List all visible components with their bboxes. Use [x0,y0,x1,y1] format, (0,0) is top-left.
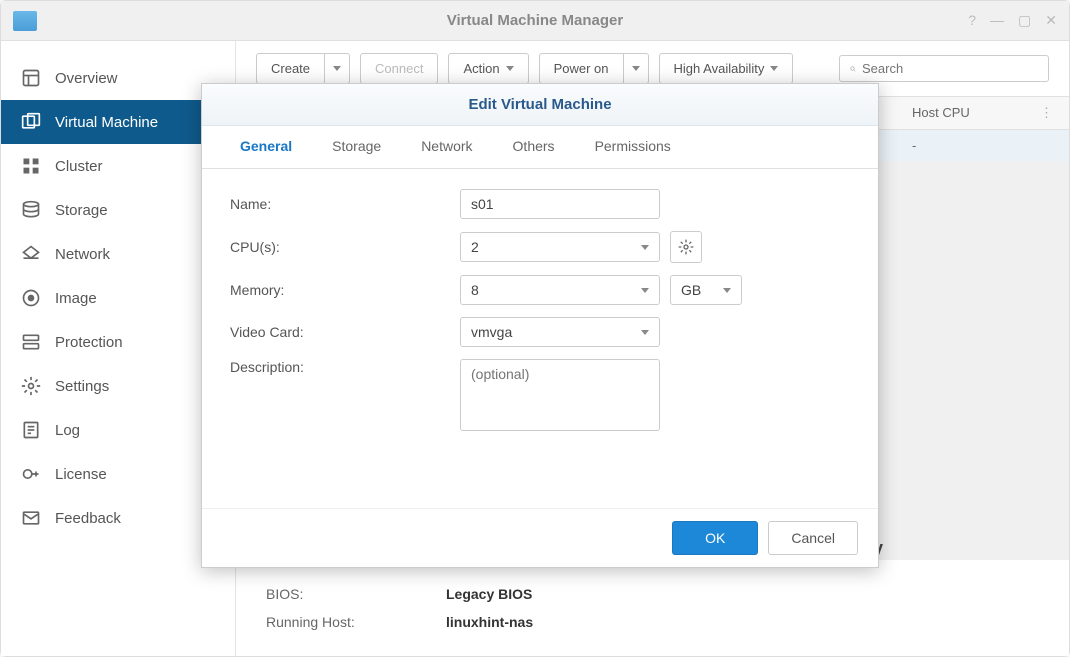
search-input[interactable] [862,61,1038,76]
settings-icon [21,376,41,396]
sidebar-item-cluster[interactable]: Cluster [1,144,235,188]
power-on-button[interactable]: Power on [539,53,623,84]
bios-label: BIOS: [266,586,446,602]
sidebar-label: Virtual Machine [55,114,158,131]
tab-storage[interactable]: Storage [312,126,401,168]
app-icon [13,11,37,31]
desc-label: Description: [230,359,460,375]
maximize-icon[interactable]: ▢ [1018,12,1031,29]
sidebar-item-settings[interactable]: Settings [1,364,235,408]
caret-down-icon [641,330,649,335]
caret-down-icon [632,66,640,71]
caret-down-icon [506,66,514,71]
sidebar-label: Settings [55,378,109,395]
caret-down-icon [333,66,341,71]
image-icon [21,288,41,308]
close-icon[interactable]: ✕ [1045,12,1057,29]
col-host-cpu[interactable]: Host CPU [912,105,1033,121]
memory-select[interactable]: 8 [460,275,660,305]
host-label: Running Host: [266,614,446,630]
sidebar-label: Protection [55,334,123,351]
vm-icon [21,112,41,132]
edit-vm-modal: Edit Virtual Machine General Storage Net… [201,83,879,568]
network-icon [21,244,41,264]
gear-icon [678,239,694,255]
sidebar-item-protection[interactable]: Protection [1,320,235,364]
sidebar-item-feedback[interactable]: Feedback [1,496,235,540]
bios-value: Legacy BIOS [446,586,532,602]
search-icon [850,62,856,76]
sidebar-label: Image [55,290,97,307]
cpu-label: CPU(s): [230,239,460,255]
sidebar-label: Log [55,422,80,439]
overview-icon [21,68,41,88]
action-button[interactable]: Action [448,53,528,84]
sidebar-item-image[interactable]: Image [1,276,235,320]
sidebar-label: Cluster [55,158,103,175]
video-label: Video Card: [230,324,460,340]
log-icon [21,420,41,440]
tab-permissions[interactable]: Permissions [575,126,691,168]
protection-icon [21,332,41,352]
caret-down-icon [641,288,649,293]
window-controls: ? — ▢ ✕ [968,12,1057,29]
create-button[interactable]: Create [256,53,324,84]
sidebar-label: Feedback [55,510,121,527]
tab-network[interactable]: Network [401,126,492,168]
caret-down-icon [723,288,731,293]
sidebar-label: Network [55,246,110,263]
caret-down-icon [770,66,778,71]
sidebar-item-network[interactable]: Network [1,232,235,276]
cluster-icon [21,156,41,176]
connect-button[interactable]: Connect [360,53,438,84]
sidebar-item-virtual-machine[interactable]: Virtual Machine [1,100,235,144]
high-availability-button[interactable]: High Availability [659,53,794,84]
desc-textarea[interactable] [460,359,660,431]
memory-unit-select[interactable]: GB [670,275,742,305]
cpu-select[interactable]: 2 [460,232,660,262]
sidebar-item-license[interactable]: License [1,452,235,496]
video-select[interactable]: vmvga [460,317,660,347]
help-icon[interactable]: ? [968,12,976,29]
license-icon [21,464,41,484]
tab-others[interactable]: Others [493,126,575,168]
sidebar-item-overview[interactable]: Overview [1,56,235,100]
name-label: Name: [230,196,460,212]
search-box[interactable] [839,55,1049,82]
name-input[interactable] [460,189,660,219]
modal-tabs: General Storage Network Others Permissio… [202,126,878,169]
modal-footer: OK Cancel [202,508,878,567]
host-value: linuxhint-nas [446,614,533,630]
cancel-button[interactable]: Cancel [768,521,858,555]
power-dropdown[interactable] [623,53,649,84]
sidebar-item-storage[interactable]: Storage [1,188,235,232]
cell-host-cpu: - [912,138,1033,153]
titlebar: Virtual Machine Manager ? — ▢ ✕ [1,1,1069,41]
memory-label: Memory: [230,282,460,298]
feedback-icon [21,508,41,528]
modal-title: Edit Virtual Machine [202,84,878,126]
window-title: Virtual Machine Manager [447,12,623,29]
sidebar-item-log[interactable]: Log [1,408,235,452]
sidebar-label: License [55,466,107,483]
modal-body: Name: CPU(s): 2 Memory: 8 GB [202,169,878,508]
power-button-group: Power on [539,53,649,84]
storage-icon [21,200,41,220]
sidebar-label: Overview [55,70,118,87]
caret-down-icon [641,245,649,250]
details-panel: BIOS: Legacy BIOS Running Host: linuxhin… [236,560,1069,656]
cpu-settings-button[interactable] [670,231,702,263]
tab-general[interactable]: General [220,126,312,168]
minimize-icon[interactable]: — [990,12,1004,29]
create-button-group: Create [256,53,350,84]
ok-button[interactable]: OK [672,521,758,555]
col-menu-icon[interactable]: ⋮ [1033,105,1053,121]
create-dropdown[interactable] [324,53,350,84]
sidebar-label: Storage [55,202,108,219]
